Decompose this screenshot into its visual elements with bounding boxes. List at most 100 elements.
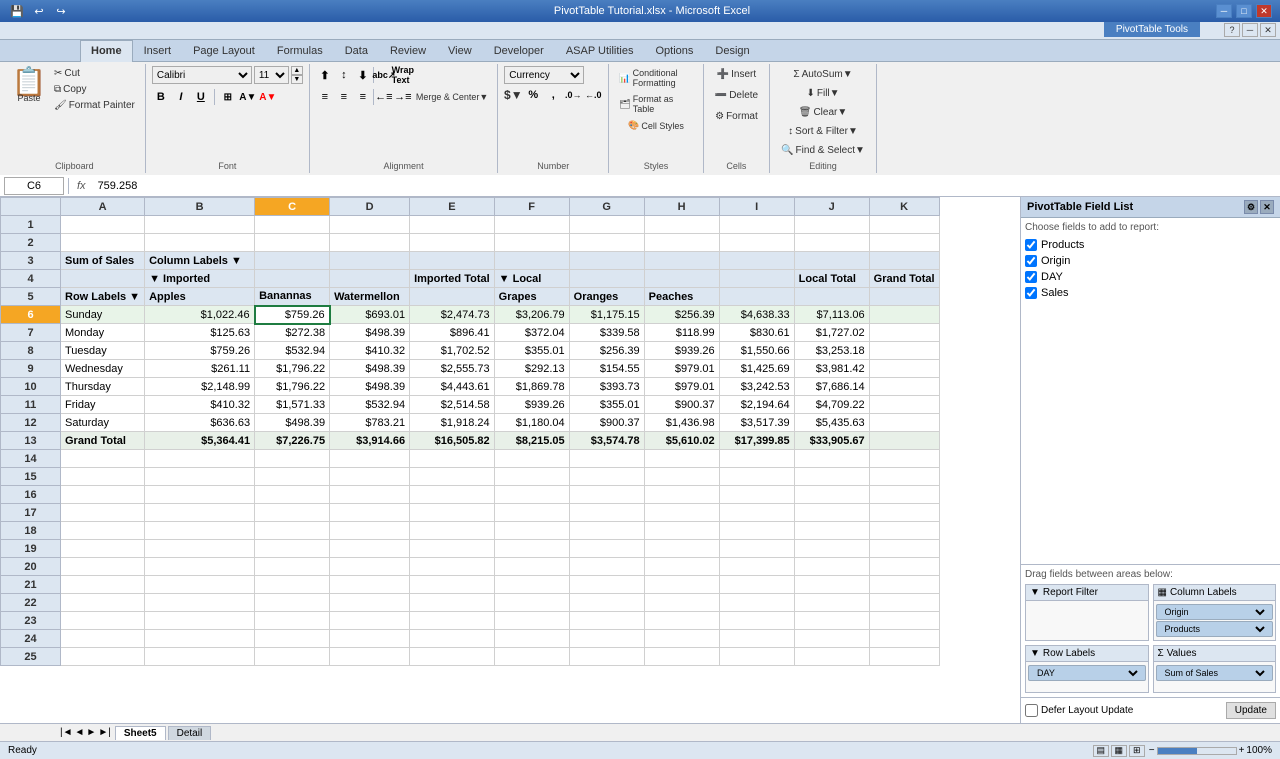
row-header-3[interactable]: 3 <box>1 252 61 270</box>
spreadsheet-cell[interactable]: $939.26 <box>644 342 719 360</box>
find-select-button[interactable]: 🔍 Find & Select ▼ <box>776 142 870 159</box>
spreadsheet-cell[interactable] <box>794 234 869 252</box>
pivot-field-products-checkbox[interactable] <box>1025 239 1037 251</box>
row-header-15[interactable]: 15 <box>1 468 61 486</box>
spreadsheet-cell[interactable] <box>869 540 939 558</box>
pivot-tag-products[interactable]: Products <box>1156 621 1274 637</box>
spreadsheet-cell[interactable]: $900.37 <box>569 414 644 432</box>
spreadsheet-cell[interactable] <box>61 450 145 468</box>
spreadsheet-cell[interactable] <box>255 270 330 288</box>
spreadsheet-cell[interactable] <box>330 648 410 666</box>
view-layout-btn[interactable]: ▦ <box>1111 745 1127 757</box>
spreadsheet-cell[interactable] <box>869 288 939 306</box>
spreadsheet-cell[interactable]: $256.39 <box>644 306 719 324</box>
spreadsheet-cell[interactable] <box>145 558 255 576</box>
spreadsheet-cell[interactable]: Grand Total <box>61 432 145 450</box>
spreadsheet-cell[interactable] <box>494 252 569 270</box>
pivot-sum-sales-select[interactable]: Sum of Sales <box>1161 667 1269 679</box>
spreadsheet-cell[interactable] <box>330 558 410 576</box>
row-header-8[interactable]: 8 <box>1 342 61 360</box>
spreadsheet-cell[interactable] <box>330 486 410 504</box>
row-header-12[interactable]: 12 <box>1 414 61 432</box>
spreadsheet-cell[interactable]: $1,175.15 <box>569 306 644 324</box>
spreadsheet-cell[interactable]: $1,550.66 <box>719 342 794 360</box>
spreadsheet-cell[interactable] <box>330 252 410 270</box>
row-header-11[interactable]: 11 <box>1 396 61 414</box>
spreadsheet-cell[interactable] <box>569 216 644 234</box>
spreadsheet-cell[interactable] <box>494 468 569 486</box>
spreadsheet-cell[interactable]: $292.13 <box>494 360 569 378</box>
spreadsheet-cell[interactable]: Thursday <box>61 378 145 396</box>
decimal-increase-btn[interactable]: .0→ <box>564 86 582 104</box>
row-header-1[interactable]: 1 <box>1 216 61 234</box>
spreadsheet-cell[interactable] <box>869 612 939 630</box>
row-header-14[interactable]: 14 <box>1 450 61 468</box>
row-header-5[interactable]: 5 <box>1 288 61 306</box>
spreadsheet-cell[interactable]: $125.63 <box>145 324 255 342</box>
spreadsheet-cell[interactable] <box>61 216 145 234</box>
spreadsheet-cell[interactable] <box>255 576 330 594</box>
spreadsheet-cell[interactable]: Monday <box>61 324 145 342</box>
spreadsheet-cell[interactable] <box>410 234 495 252</box>
sheet-container[interactable]: A B C D E F G H I J K 123Sum of SalesCol… <box>0 197 1020 723</box>
spreadsheet-cell[interactable] <box>255 216 330 234</box>
spreadsheet-cell[interactable]: Imported Total <box>410 270 495 288</box>
spreadsheet-cell[interactable]: $1,425.69 <box>719 360 794 378</box>
spreadsheet-cell[interactable] <box>719 450 794 468</box>
wrap-text-button[interactable]: Wrap Text <box>394 66 412 84</box>
spreadsheet-cell[interactable]: $979.01 <box>644 360 719 378</box>
col-header-e[interactable]: E <box>410 198 495 216</box>
spreadsheet-cell[interactable] <box>644 252 719 270</box>
spreadsheet-cell[interactable] <box>410 504 495 522</box>
spreadsheet-cell[interactable] <box>719 468 794 486</box>
spreadsheet-cell[interactable] <box>869 486 939 504</box>
spreadsheet-cell[interactable] <box>410 216 495 234</box>
spreadsheet-cell[interactable] <box>794 216 869 234</box>
spreadsheet-cell[interactable] <box>410 648 495 666</box>
row-header-21[interactable]: 21 <box>1 576 61 594</box>
spreadsheet-cell[interactable] <box>330 630 410 648</box>
spreadsheet-cell[interactable] <box>569 504 644 522</box>
pivot-products-select[interactable]: Products <box>1161 623 1269 635</box>
pivot-tag-origin[interactable]: Origin <box>1156 604 1274 620</box>
tab-view[interactable]: View <box>437 40 483 61</box>
spreadsheet-cell[interactable] <box>330 504 410 522</box>
spreadsheet-cell[interactable] <box>719 270 794 288</box>
spreadsheet-cell[interactable]: $830.61 <box>719 324 794 342</box>
minimize-btn[interactable]: ─ <box>1216 4 1232 18</box>
spreadsheet-cell[interactable]: $261.11 <box>145 360 255 378</box>
spreadsheet-cell[interactable] <box>719 234 794 252</box>
number-format-select[interactable]: Currency General Number Percentage <box>504 66 584 84</box>
spreadsheet-cell[interactable]: $2,148.99 <box>145 378 255 396</box>
tab-insert[interactable]: Insert <box>133 40 183 61</box>
spreadsheet-cell[interactable] <box>61 558 145 576</box>
spreadsheet-cell[interactable] <box>61 468 145 486</box>
spreadsheet-cell[interactable] <box>494 504 569 522</box>
spreadsheet-cell[interactable] <box>255 630 330 648</box>
spreadsheet-cell[interactable]: $8,215.05 <box>494 432 569 450</box>
spreadsheet-cell[interactable]: $393.73 <box>569 378 644 396</box>
spreadsheet-cell[interactable]: $33,905.67 <box>794 432 869 450</box>
font-size-decrease[interactable]: ▼ <box>291 75 303 84</box>
sheet-tab-sheet5[interactable]: Sheet5 <box>115 726 166 740</box>
tab-home[interactable]: Home <box>80 40 133 62</box>
spreadsheet-cell[interactable] <box>410 522 495 540</box>
spreadsheet-cell[interactable] <box>410 576 495 594</box>
pivot-tag-sum-sales[interactable]: Sum of Sales <box>1156 665 1274 681</box>
spreadsheet-cell[interactable]: Oranges <box>569 288 644 306</box>
spreadsheet-cell[interactable] <box>145 234 255 252</box>
spreadsheet-cell[interactable]: $1,180.04 <box>494 414 569 432</box>
panel-close-btn[interactable]: ✕ <box>1260 23 1276 37</box>
col-header-j[interactable]: J <box>794 198 869 216</box>
spreadsheet-cell[interactable] <box>719 540 794 558</box>
spreadsheet-cell[interactable] <box>569 612 644 630</box>
spreadsheet-cell[interactable] <box>869 216 939 234</box>
spreadsheet-cell[interactable] <box>719 288 794 306</box>
pivot-panel-settings-btn[interactable]: ⚙ <box>1244 200 1258 214</box>
spreadsheet-cell[interactable] <box>410 558 495 576</box>
spreadsheet-cell[interactable] <box>410 594 495 612</box>
tab-developer[interactable]: Developer <box>483 40 555 61</box>
spreadsheet-cell[interactable] <box>794 450 869 468</box>
col-header-f[interactable]: F <box>494 198 569 216</box>
spreadsheet-cell[interactable] <box>494 648 569 666</box>
